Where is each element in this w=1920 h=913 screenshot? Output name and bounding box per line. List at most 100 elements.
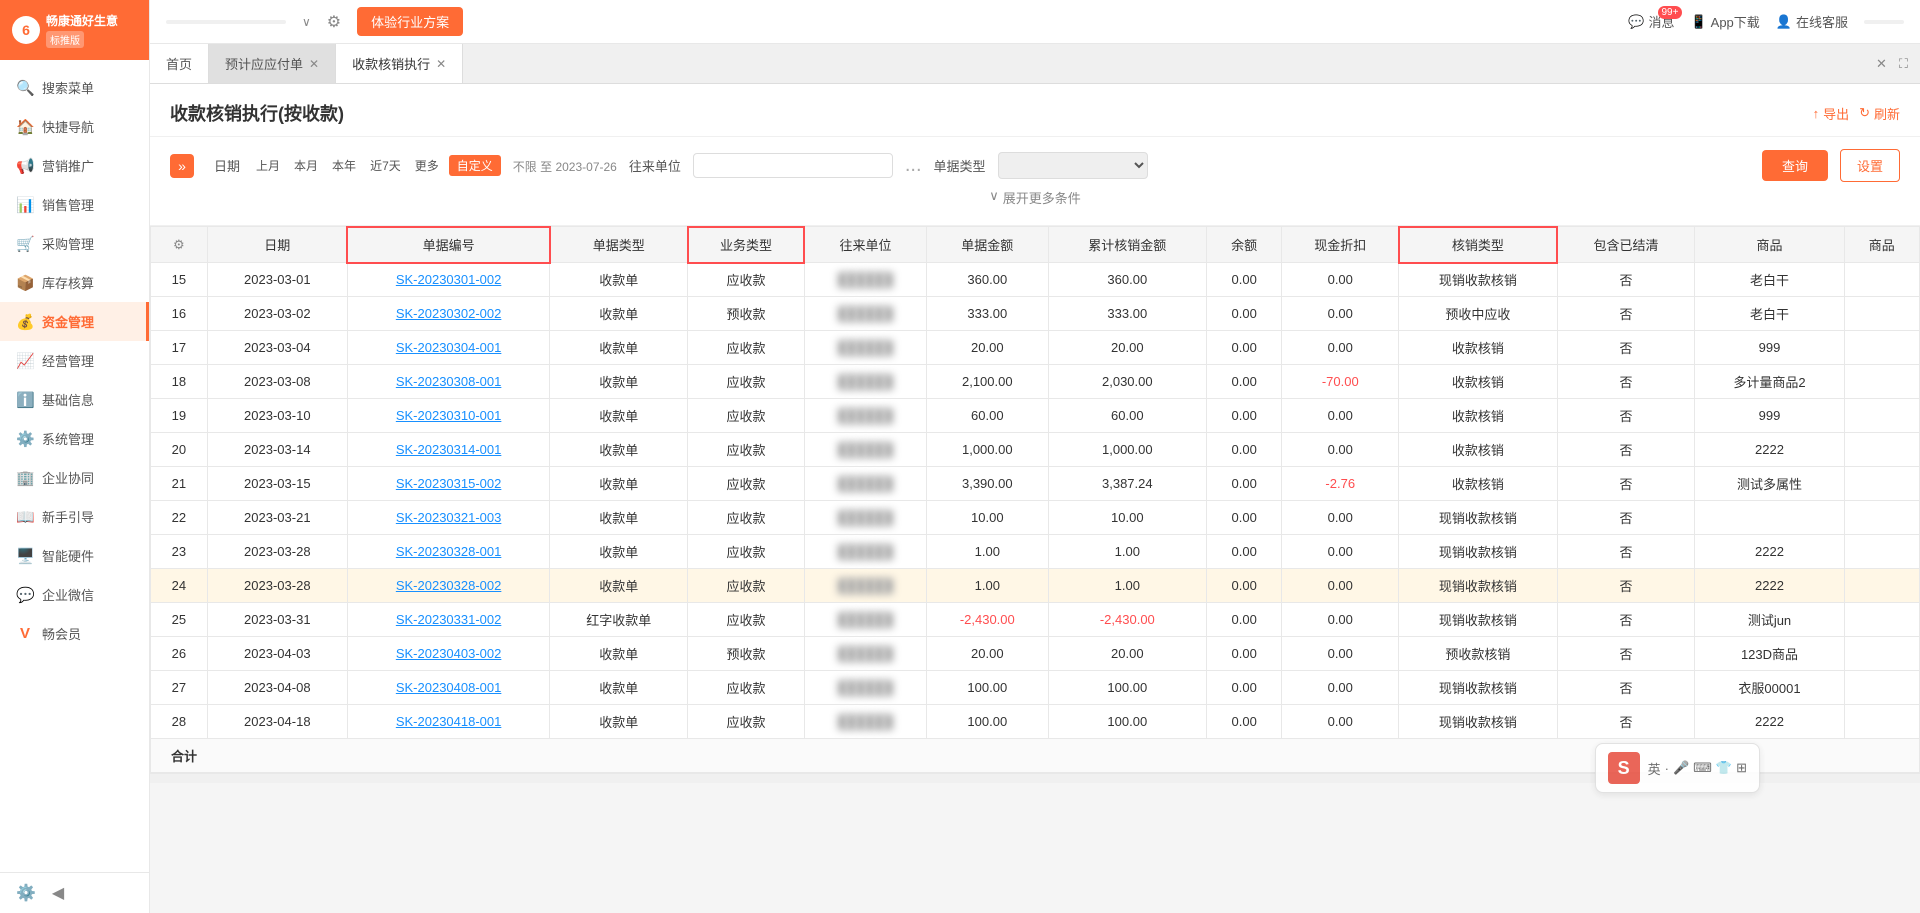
table-cell: 应收款 — [688, 467, 805, 501]
table-cell[interactable]: SK-20230302-002 — [347, 297, 550, 331]
date-opt-this-year[interactable]: 本年 — [328, 155, 360, 176]
table-cell: ██████ — [804, 671, 926, 705]
export-button[interactable]: ↑ 导出 — [1813, 104, 1850, 123]
table-cell: 否 — [1557, 433, 1695, 467]
table-cell: 0.00 — [1207, 671, 1282, 705]
table-horizontal-scrollbar[interactable] — [150, 773, 1920, 783]
table-cell[interactable]: SK-20230328-002 — [347, 569, 550, 603]
table-cell: 2023-03-04 — [207, 331, 347, 365]
table-cell[interactable]: SK-20230408-001 — [347, 671, 550, 705]
doc-type-select[interactable] — [998, 152, 1148, 179]
sidebar-item-search-label: 搜索菜单 — [42, 78, 94, 97]
table-cell: 否 — [1557, 297, 1695, 331]
expand-more-btn[interactable]: ∨ 展开更多条件 — [170, 182, 1900, 213]
app-icon: 📱 — [1690, 14, 1706, 30]
topbar-dropdown-arrow[interactable]: ∨ — [302, 15, 311, 29]
table-cell[interactable]: SK-20230301-002 — [347, 263, 550, 297]
sidebar-item-hardware-label: 智能硬件 — [42, 546, 94, 565]
table-cell[interactable]: SK-20230418-001 — [347, 705, 550, 739]
table-cell: 应收款 — [688, 331, 805, 365]
sidebar-item-operations[interactable]: 📈 经营管理 — [0, 341, 149, 380]
sidebar-item-search[interactable]: 🔍 搜索菜单 — [0, 68, 149, 107]
table-cell[interactable]: SK-20230308-001 — [347, 365, 550, 399]
sidebar-item-purchase[interactable]: 🛒 采购管理 — [0, 224, 149, 263]
table-cell: 0.00 — [1207, 569, 1282, 603]
filter-expand-icon[interactable]: » — [170, 154, 194, 178]
table-cell: 收款单 — [550, 535, 688, 569]
sidebar-item-guide[interactable]: 📖 新手引导 — [0, 497, 149, 536]
solution-button[interactable]: 体验行业方案 — [357, 7, 463, 36]
query-button[interactable]: 查询 — [1762, 150, 1828, 181]
table-cell: 123D商品 — [1695, 637, 1844, 671]
guide-icon: 📖 — [16, 508, 34, 526]
sidebar-collapse-icon[interactable]: ◀ — [52, 883, 64, 903]
table-cell: 收款单 — [550, 705, 688, 739]
tab-expand-icon[interactable]: ⛶ — [1899, 56, 1908, 72]
logo-icon-text: 6 — [22, 22, 30, 38]
tab-close-all-icon[interactable]: ✕ — [1876, 56, 1887, 72]
table-cell[interactable]: SK-20230304-001 — [347, 331, 550, 365]
partner-more-icon[interactable]: ... — [905, 154, 922, 177]
tab-prepay[interactable]: 预计应应付单 ✕ — [209, 44, 336, 83]
table-cell: 1.00 — [927, 569, 1049, 603]
sidebar-item-basic-label: 基础信息 — [42, 390, 94, 409]
username-display — [1864, 20, 1904, 24]
purchase-icon: 🛒 — [16, 235, 34, 253]
sidebar-settings-icon[interactable]: ⚙️ — [16, 883, 36, 903]
table-cell[interactable]: SK-20230315-002 — [347, 467, 550, 501]
date-opt-last-month[interactable]: 上月 — [252, 155, 284, 176]
sidebar-item-enterprise[interactable]: 🏢 企业协同 — [0, 458, 149, 497]
message-button[interactable]: 💬 消息 99+ — [1628, 12, 1674, 31]
table-cell[interactable]: SK-20230314-001 — [347, 433, 550, 467]
sidebar-item-quick-nav[interactable]: 🏠 快捷导航 — [0, 107, 149, 146]
sidebar-item-inventory[interactable]: 📦 库存核算 — [0, 263, 149, 302]
table-cell: 28 — [151, 705, 208, 739]
table-row: 152023-03-01SK-20230301-002收款单应收款██████3… — [151, 263, 1920, 297]
filter-settings-button[interactable]: 设置 — [1840, 149, 1900, 182]
table-cell: ██████ — [804, 365, 926, 399]
service-button[interactable]: 👤 在线客服 — [1776, 12, 1848, 31]
sidebar-item-sales[interactable]: 📊 销售管理 — [0, 185, 149, 224]
table-cell: 否 — [1557, 671, 1695, 705]
topbar-gear-icon[interactable]: ⚙ — [327, 12, 341, 32]
col-gear-header[interactable]: ⚙ — [151, 227, 208, 263]
logo-title: 畅康通好生意 — [46, 12, 118, 29]
app-download-button[interactable]: 📱 App下载 — [1690, 12, 1759, 31]
sidebar-item-hardware[interactable]: 🖥️ 智能硬件 — [0, 536, 149, 575]
date-opt-more[interactable]: 更多 — [411, 155, 443, 176]
tab-home[interactable]: 首页 — [150, 44, 209, 83]
sidebar-item-marketing-label: 营销推广 — [42, 156, 94, 175]
sidebar-item-finance[interactable]: 💰 资金管理 — [0, 302, 149, 341]
sidebar-item-basic[interactable]: ℹ️ 基础信息 — [0, 380, 149, 419]
date-opt-7days[interactable]: 近7天 — [366, 155, 405, 176]
sidebar-item-marketing[interactable]: 📢 营销推广 — [0, 146, 149, 185]
export-label: 导出 — [1823, 104, 1849, 123]
table-cell[interactable]: SK-20230321-003 — [347, 501, 550, 535]
date-custom-btn[interactable]: 自定义 — [449, 155, 501, 176]
sidebar-item-wechat[interactable]: 💬 企业微信 — [0, 575, 149, 614]
tab-receipt-cancel-close[interactable]: ✕ — [436, 57, 446, 71]
col-doctype-header: 单据类型 — [550, 227, 688, 263]
col-docno-header: 单据编号 — [347, 227, 550, 263]
sidebar-item-member[interactable]: V 畅会员 — [0, 614, 149, 653]
table-row: 212023-03-15SK-20230315-002收款单应收款██████3… — [151, 467, 1920, 501]
table-cell: ██████ — [804, 467, 926, 501]
table-cell[interactable]: SK-20230331-002 — [347, 603, 550, 637]
table-cell[interactable]: SK-20230310-001 — [347, 399, 550, 433]
table-cell — [1844, 297, 1919, 331]
tab-receipt-cancel[interactable]: 收款核销执行 ✕ — [336, 44, 463, 83]
table-cell — [1844, 467, 1919, 501]
sidebar-item-system[interactable]: ⚙️ 系统管理 — [0, 419, 149, 458]
date-opt-this-month[interactable]: 本月 — [290, 155, 322, 176]
col-cashdiscount-header: 现金折扣 — [1282, 227, 1399, 263]
message-badge: 99+ — [1658, 6, 1683, 19]
tab-prepay-close[interactable]: ✕ — [309, 57, 319, 71]
partner-filter-input[interactable] — [693, 153, 893, 178]
export-icon: ↑ — [1813, 106, 1820, 121]
sidebar-item-operations-label: 经营管理 — [42, 351, 94, 370]
table-cell — [1844, 501, 1919, 535]
refresh-button[interactable]: ↻ 刷新 — [1859, 104, 1900, 123]
table-cell: 0.00 — [1282, 637, 1399, 671]
table-cell[interactable]: SK-20230403-002 — [347, 637, 550, 671]
table-cell[interactable]: SK-20230328-001 — [347, 535, 550, 569]
